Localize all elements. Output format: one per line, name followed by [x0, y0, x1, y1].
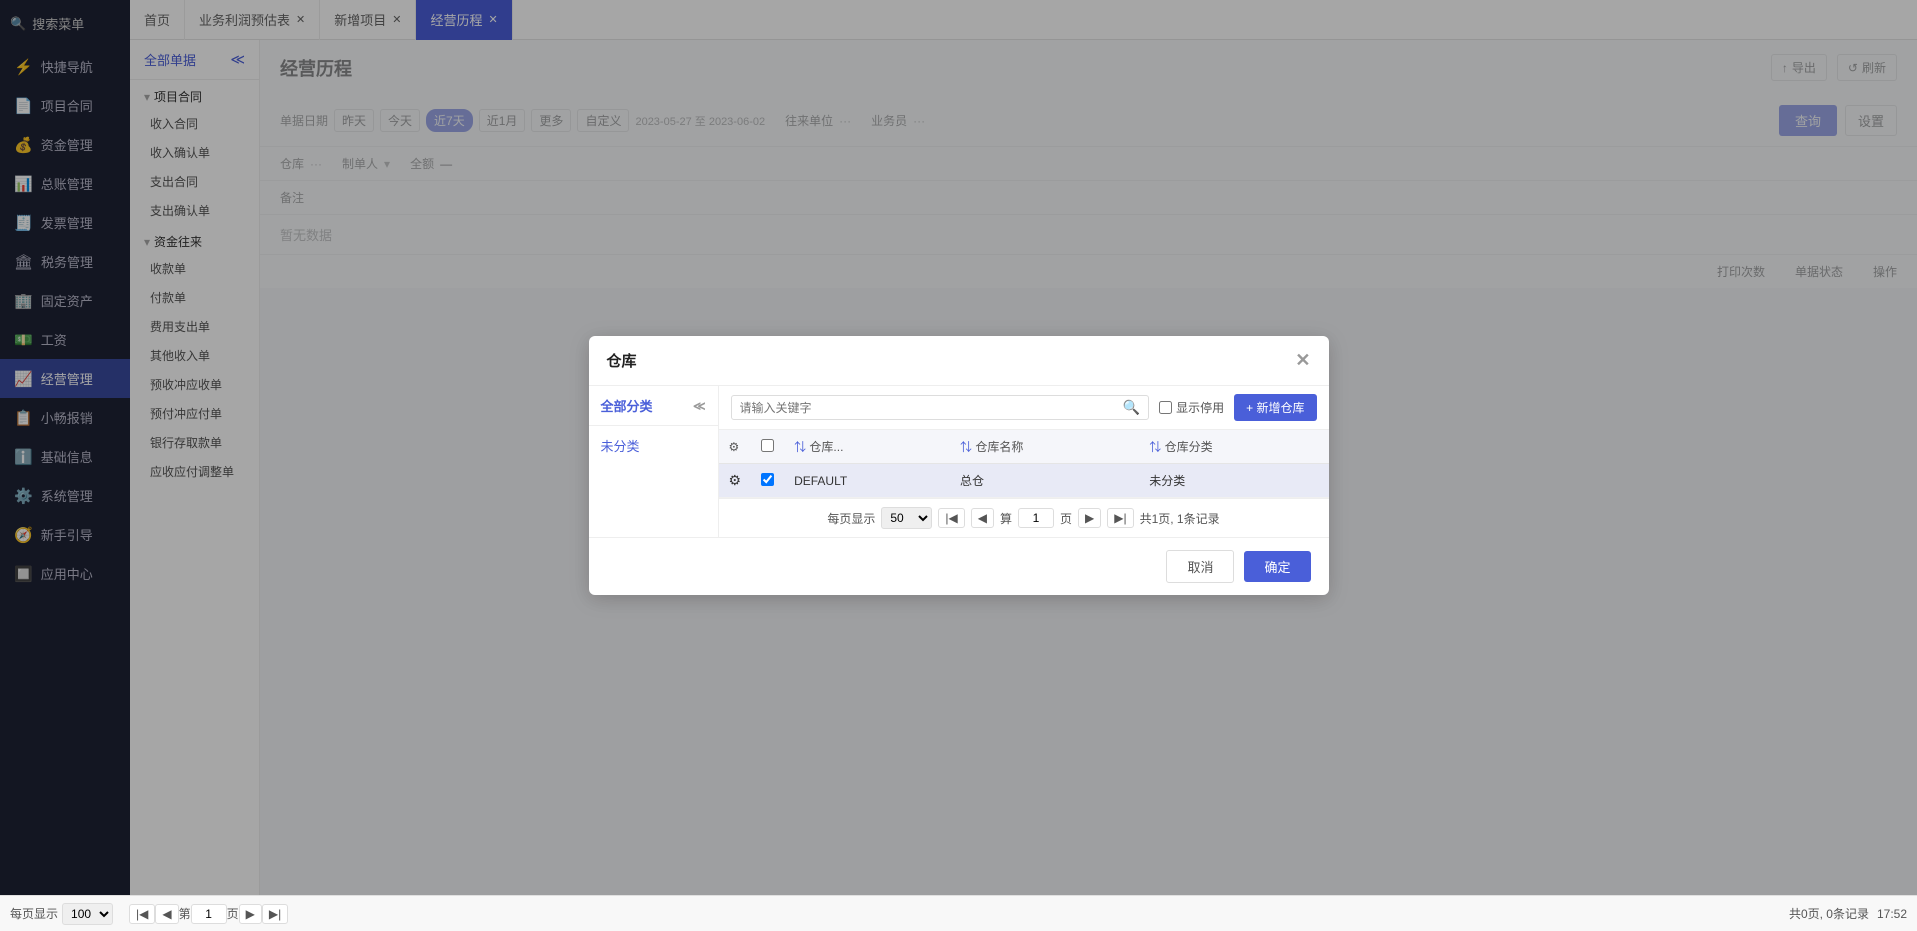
dialog-title: 仓库	[607, 350, 637, 371]
taskbar-next-page[interactable]: ▶	[239, 904, 262, 924]
sort-icon: ⇅	[960, 440, 972, 454]
dialog-left-panel: 全部分类 ≪ 未分类	[589, 386, 719, 537]
add-warehouse-label: + 新增仓库	[1246, 399, 1304, 416]
left-panel-collapse-icon[interactable]: ≪	[693, 399, 706, 413]
taskbar-first-page[interactable]: |◀	[129, 904, 155, 924]
row-checkbox[interactable]	[751, 464, 784, 498]
confirm-button[interactable]: 确定	[1244, 551, 1310, 582]
pagination-page-input[interactable]	[1018, 508, 1054, 528]
row-name: 总仓	[950, 464, 1139, 498]
taskbar-time: 17:52	[1877, 907, 1907, 921]
col-category-header[interactable]: ⇅ 仓库分类	[1139, 430, 1328, 464]
taskbar-prev-page[interactable]: ◀	[155, 904, 178, 924]
col-checkbox	[751, 430, 784, 464]
col-code-label: 仓库...	[809, 440, 843, 454]
col-category-label: 仓库分类	[1165, 440, 1213, 454]
left-panel-header: 全部分类 ≪	[589, 386, 718, 426]
pagination-first[interactable]: |◀	[938, 508, 964, 528]
pagination-total: 共1页, 1条记录	[1140, 510, 1220, 527]
table-row[interactable]: ⚙ DEFAULT 总仓 未分类	[719, 464, 1329, 498]
taskbar-right: 共0页, 0条记录 17:52	[1789, 905, 1907, 922]
taskbar-page-label	[117, 905, 129, 922]
pagination-per-page-select[interactable]: 50 20 100	[881, 507, 932, 529]
dialog-right-panel: 🔍 显示停用 + 新增仓库 ⚙	[719, 386, 1329, 537]
dialog-actions: 取消 确定	[589, 537, 1329, 595]
row-select-checkbox[interactable]	[761, 473, 774, 486]
pagination-page-label: 算	[1000, 510, 1012, 527]
taskbar-page-suffix: 页	[227, 905, 239, 922]
warehouse-table: ⚙ ⇅ 仓库... ⇅ 仓库名称	[719, 430, 1329, 498]
row-gear[interactable]: ⚙	[719, 464, 752, 498]
dialog-table-body: ⚙ ⇅ 仓库... ⇅ 仓库名称	[719, 430, 1329, 498]
taskbar: 每页显示 100 50 20 |◀ ◀ 第 页 ▶ ▶| 共0页, 0条记录 1…	[0, 895, 1917, 931]
taskbar-total: 共0页, 0条记录	[1789, 905, 1869, 922]
modal-overlay[interactable]: 仓库 ✕ 全部分类 ≪ 未分类 🔍	[0, 0, 1917, 931]
dialog-body: 全部分类 ≪ 未分类 🔍 显示停用	[589, 386, 1329, 537]
warehouse-dialog: 仓库 ✕ 全部分类 ≪ 未分类 🔍	[589, 336, 1329, 595]
cancel-button[interactable]: 取消	[1166, 550, 1234, 583]
taskbar-page-input[interactable]	[191, 904, 227, 924]
table-header-row: ⚙ ⇅ 仓库... ⇅ 仓库名称	[719, 430, 1329, 464]
sort-icon: ⇅	[794, 440, 806, 454]
taskbar-per-page-select[interactable]: 100 50 20	[62, 903, 113, 925]
add-warehouse-button[interactable]: + 新增仓库	[1234, 394, 1316, 421]
left-panel-uncategorized[interactable]: 未分类	[589, 426, 718, 465]
taskbar-page-text: 第	[179, 905, 191, 922]
show-disabled-checkbox[interactable]	[1159, 401, 1172, 414]
search-icon[interactable]: 🔍	[1123, 399, 1140, 416]
search-input-wrap[interactable]: 🔍	[731, 395, 1150, 420]
col-name-label: 仓库名称	[975, 440, 1023, 454]
sort-icon: ⇅	[1149, 440, 1161, 454]
pagination-prev[interactable]: ◀	[971, 508, 994, 528]
taskbar-per-page-label: 每页显示	[10, 905, 58, 922]
col-name-header[interactable]: ⇅ 仓库名称	[950, 430, 1139, 464]
dialog-toolbar: 🔍 显示停用 + 新增仓库	[719, 386, 1329, 430]
all-category-label[interactable]: 全部分类	[601, 396, 653, 415]
row-id: DEFAULT	[784, 464, 950, 498]
search-input[interactable]	[740, 401, 1123, 415]
dialog-pagination: 每页显示 50 20 100 |◀ ◀ 算 页 ▶ ▶| 共1页, 1条记录	[719, 498, 1329, 537]
show-disabled-text: 显示停用	[1176, 399, 1224, 416]
gear-header-icon: ⚙	[729, 440, 740, 454]
pagination-last[interactable]: ▶|	[1107, 508, 1133, 528]
select-all-checkbox[interactable]	[761, 439, 774, 452]
category-label: 未分类	[601, 439, 640, 454]
col-code-header[interactable]: ⇅ 仓库...	[784, 430, 950, 464]
taskbar-last-page[interactable]: ▶|	[262, 904, 288, 924]
dialog-header: 仓库 ✕	[589, 336, 1329, 386]
row-category: 未分类	[1139, 464, 1328, 498]
pagination-next[interactable]: ▶	[1078, 508, 1101, 528]
pagination-page-suffix: 页	[1060, 510, 1072, 527]
dialog-close-icon[interactable]: ✕	[1295, 350, 1310, 371]
pagination-per-page-label: 每页显示	[827, 510, 875, 527]
show-disabled-label[interactable]: 显示停用	[1159, 399, 1224, 416]
col-gear: ⚙	[719, 430, 752, 464]
